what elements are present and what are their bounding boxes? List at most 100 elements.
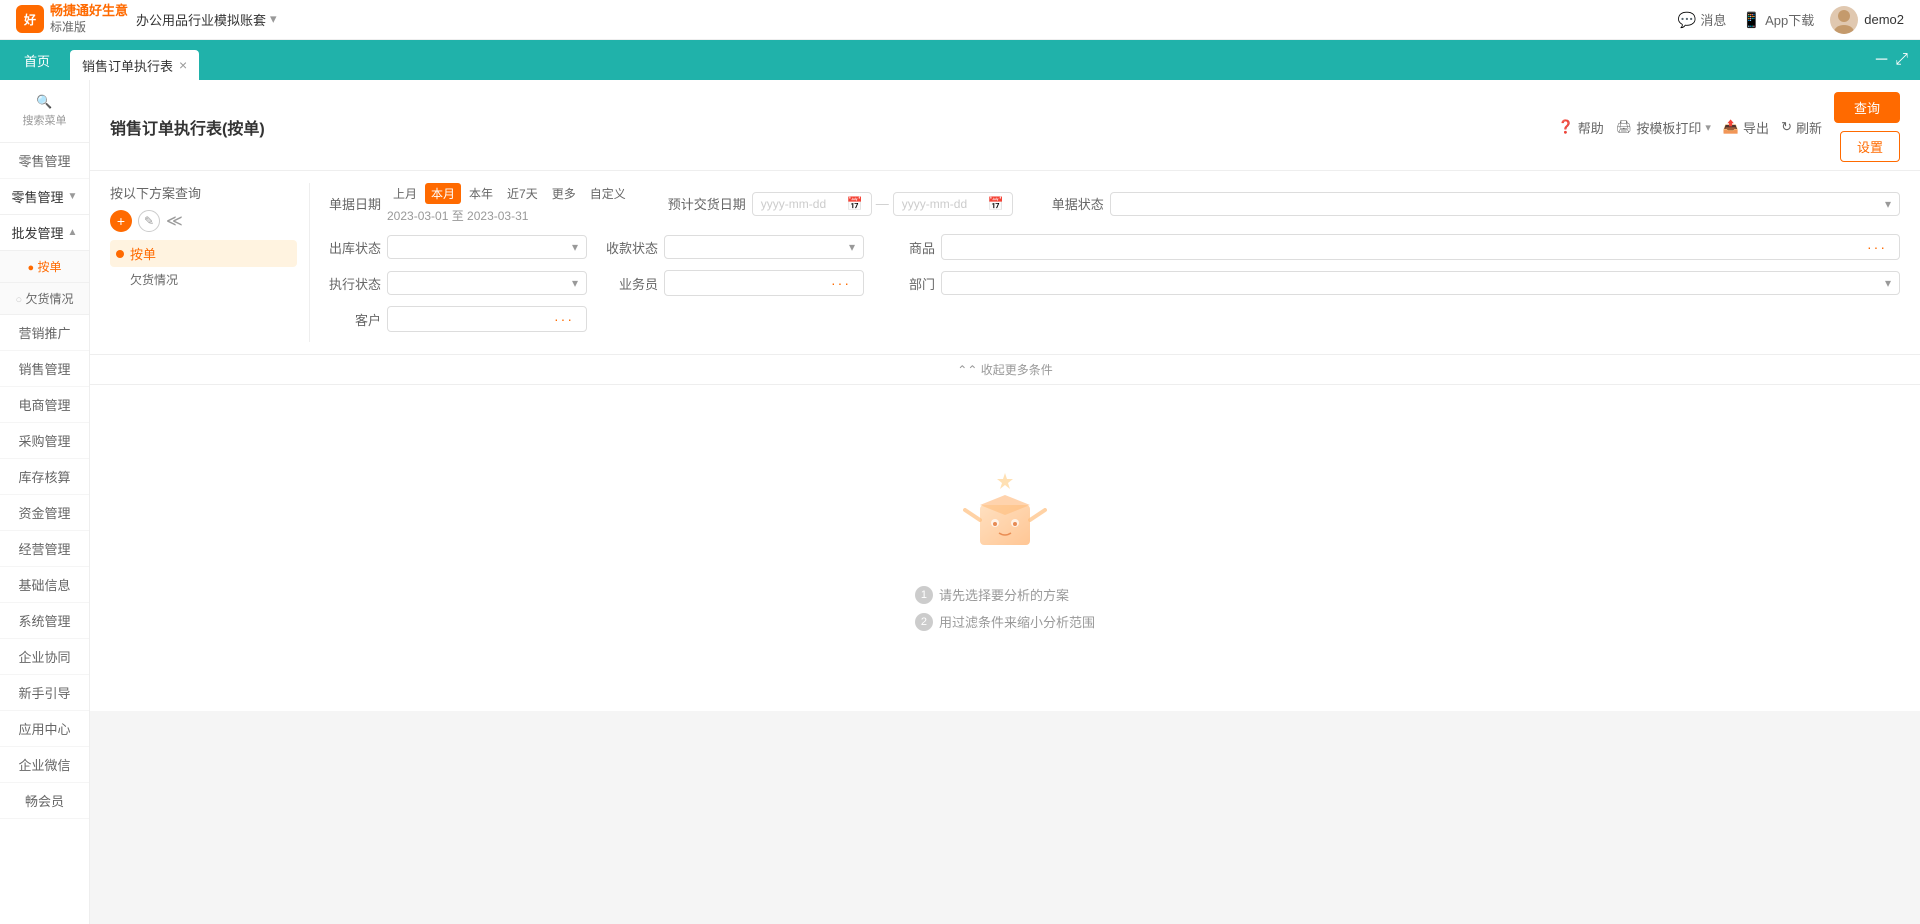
sidebar-item-apps[interactable]: 应用中心 — [0, 711, 89, 747]
help-btn[interactable]: ❓ 帮助 — [1558, 118, 1604, 137]
message-icon: 💬 — [1678, 11, 1697, 29]
date-tab-cur-month[interactable]: 本月 — [425, 183, 461, 204]
status-select[interactable]: ▾ — [1110, 192, 1900, 216]
minimize-icon[interactable]: ─ — [1876, 51, 1887, 69]
dept-select[interactable]: ▾ — [941, 271, 1900, 295]
tab-close-icon[interactable]: × — [179, 57, 187, 73]
empty-hints: 1 请先选择要分析的方案 2 用过滤条件来缩小分析范围 — [915, 585, 1095, 631]
hint-num-1: 1 — [915, 586, 933, 604]
filter-scheme-actions: + ✎ ≪ — [110, 210, 297, 232]
filter-field-date: 单据日期 上月 本月 本年 近7天 更多 自定义 2023-03-01 至 20… — [326, 183, 632, 224]
download-icon: 📱 — [1742, 11, 1761, 29]
sidebar-item-system[interactable]: 系统管理 — [0, 603, 89, 639]
date-tab-custom[interactable]: 自定义 — [584, 183, 632, 204]
main-layout: 🔍 搜索菜单 零售管理 零售管理 ▼ 批发管理 ▲ ● 按单 ○ 欠货情况 — [0, 80, 1920, 924]
refresh-icon: ↻ — [1781, 119, 1792, 135]
filter-field-outbound: 出库状态 ▾ — [326, 235, 587, 259]
sidebar-item-retail[interactable]: 零售管理 ▼ — [0, 179, 89, 215]
sidebar-item-wholesale[interactable]: 批发管理 ▲ — [0, 215, 89, 251]
salesman-more-icon[interactable]: ··· — [827, 275, 855, 291]
tab-sales-order[interactable]: 销售订单执行表 × — [70, 50, 199, 80]
exec-chevron-icon: ▾ — [572, 276, 578, 290]
filter-field-salesman: 业务员 ··· — [603, 270, 864, 296]
date-tab-more[interactable]: 更多 — [546, 183, 582, 204]
sidebar-item-ecom[interactable]: 电商管理 — [0, 387, 89, 423]
filter-field-status: 单据状态 ▾ — [1049, 192, 1900, 216]
sidebar-item-orders[interactable]: ● 按单 — [0, 251, 89, 283]
filter-field-goods: 商品 ··· — [880, 234, 1900, 260]
sidebar-item-search[interactable]: 🔍 搜索菜单 — [6, 88, 83, 134]
dept-label: 部门 — [880, 274, 935, 293]
date-tab-7days[interactable]: 近7天 — [501, 183, 544, 204]
empty-hint-1: 1 请先选择要分析的方案 — [915, 585, 1095, 604]
outbound-select[interactable]: ▾ — [387, 235, 587, 259]
sidebar-section-wholesale: 批发管理 ▲ ● 按单 ○ 欠货情况 — [0, 215, 89, 315]
status-label: 单据状态 — [1049, 194, 1104, 213]
content-area: 销售订单执行表(按单) ❓ 帮助 🖨 按模板打印 ▾ 📤 导出 ↻ 刷新 — [90, 80, 1920, 924]
sidebar-item-purchase[interactable]: 采购管理 — [0, 423, 89, 459]
app-title[interactable]: 办公用品行业模拟账套 ▾ — [136, 10, 277, 29]
query-button[interactable]: 查询 — [1834, 92, 1900, 123]
collapse-icon: ⌃⌃ — [957, 363, 980, 377]
app-download-btn[interactable]: 📱 App下载 — [1742, 10, 1814, 29]
sidebar-item-ops[interactable]: 经营管理 — [0, 531, 89, 567]
logo-icon: 好 — [16, 5, 44, 33]
sidebar-item-finance[interactable]: 资金管理 — [0, 495, 89, 531]
salesman-select[interactable]: ··· — [664, 270, 864, 296]
filter-scheme-panel: 按以下方案查询 + ✎ ≪ 按单 欠货情况 — [110, 183, 310, 342]
sidebar-item-wechat[interactable]: 企业微信 — [0, 747, 89, 783]
sidebar-item-quick-nav[interactable]: 零售管理 — [0, 143, 89, 179]
exec-select[interactable]: ▾ — [387, 271, 587, 295]
top-bar-left: 好 畅捷通好生意 标准版 办公用品行业模拟账套 ▾ — [16, 3, 277, 35]
expected-date-start[interactable]: yyyy-mm-dd 📅 — [752, 192, 872, 216]
date-label: 单据日期 — [326, 194, 381, 213]
sidebar-item-newbie[interactable]: 新手引导 — [0, 675, 89, 711]
goods-more-icon[interactable]: ··· — [1863, 239, 1891, 255]
sidebar-item-enterprise[interactable]: 企业协同 — [0, 639, 89, 675]
add-scheme-btn[interactable]: + — [110, 210, 132, 232]
salesman-label: 业务员 — [603, 274, 658, 293]
filter-panel: 按以下方案查询 + ✎ ≪ 按单 欠货情况 — [90, 171, 1920, 355]
logo-text: 畅捷通好生意 标准版 — [50, 3, 128, 35]
sidebar-search-area: 🔍 搜索菜单 — [0, 80, 89, 143]
setting-button[interactable]: 设置 — [1840, 131, 1900, 162]
scheme-item-orders[interactable]: 按单 — [110, 240, 297, 267]
sidebar-item-basic[interactable]: 基础信息 — [0, 567, 89, 603]
sidebar-item-marketing[interactable]: 营销推广 — [0, 315, 89, 351]
sidebar-item-vip[interactable]: 畅会员 — [0, 783, 89, 819]
dropdown-icon[interactable]: ▾ — [270, 11, 277, 27]
collapse-scheme-btn[interactable]: ≪ — [166, 211, 183, 231]
sidebar-item-inventory[interactable]: 库存核算 — [0, 459, 89, 495]
sidebar-item-debt[interactable]: ○ 欠货情况 — [0, 283, 89, 315]
date-tab-prev-month[interactable]: 上月 — [387, 183, 423, 204]
filter-fields: 单据日期 上月 本月 本年 近7天 更多 自定义 2023-03-01 至 20… — [310, 183, 1900, 342]
expected-date-end[interactable]: yyyy-mm-dd 📅 — [893, 192, 1013, 216]
status-chevron-icon: ▾ — [1885, 197, 1891, 211]
export-btn[interactable]: 📤 导出 — [1723, 118, 1769, 137]
user-area[interactable]: demo2 — [1830, 6, 1904, 34]
date-tab-year[interactable]: 本年 — [463, 183, 499, 204]
receipt-chevron-icon: ▾ — [849, 240, 855, 254]
help-icon: ❓ — [1558, 119, 1574, 135]
print-btn[interactable]: 🖨 按模板打印 ▾ — [1616, 118, 1711, 137]
print-dropdown-icon[interactable]: ▾ — [1705, 121, 1711, 134]
sidebar-item-sales[interactable]: 销售管理 — [0, 351, 89, 387]
action-buttons: 查询 设置 — [1834, 92, 1900, 162]
refresh-btn[interactable]: ↻ 刷新 — [1781, 118, 1822, 137]
customer-select[interactable]: ··· — [387, 306, 587, 332]
scheme-active-dot — [116, 250, 124, 258]
maximize-icon[interactable]: ⤢ — [1895, 51, 1908, 69]
outbound-label: 出库状态 — [326, 238, 381, 257]
receipt-select[interactable]: ▾ — [664, 235, 864, 259]
exec-label: 执行状态 — [326, 274, 381, 293]
customer-more-icon[interactable]: ··· — [550, 311, 578, 327]
edit-scheme-btn[interactable]: ✎ — [138, 210, 160, 232]
tab-bar-right: ─ ⤢ — [1876, 51, 1920, 69]
message-btn[interactable]: 💬 消息 — [1678, 10, 1727, 29]
goods-select[interactable]: ··· — [941, 234, 1900, 260]
user-name: demo2 — [1864, 12, 1904, 27]
scheme-item-debt[interactable]: 欠货情况 — [110, 267, 297, 292]
tab-bar: 首页 销售订单执行表 × ─ ⤢ — [0, 40, 1920, 80]
tab-home[interactable]: 首页 — [8, 40, 66, 80]
collapse-bar[interactable]: ⌃⌃ 收起更多条件 — [90, 355, 1920, 385]
